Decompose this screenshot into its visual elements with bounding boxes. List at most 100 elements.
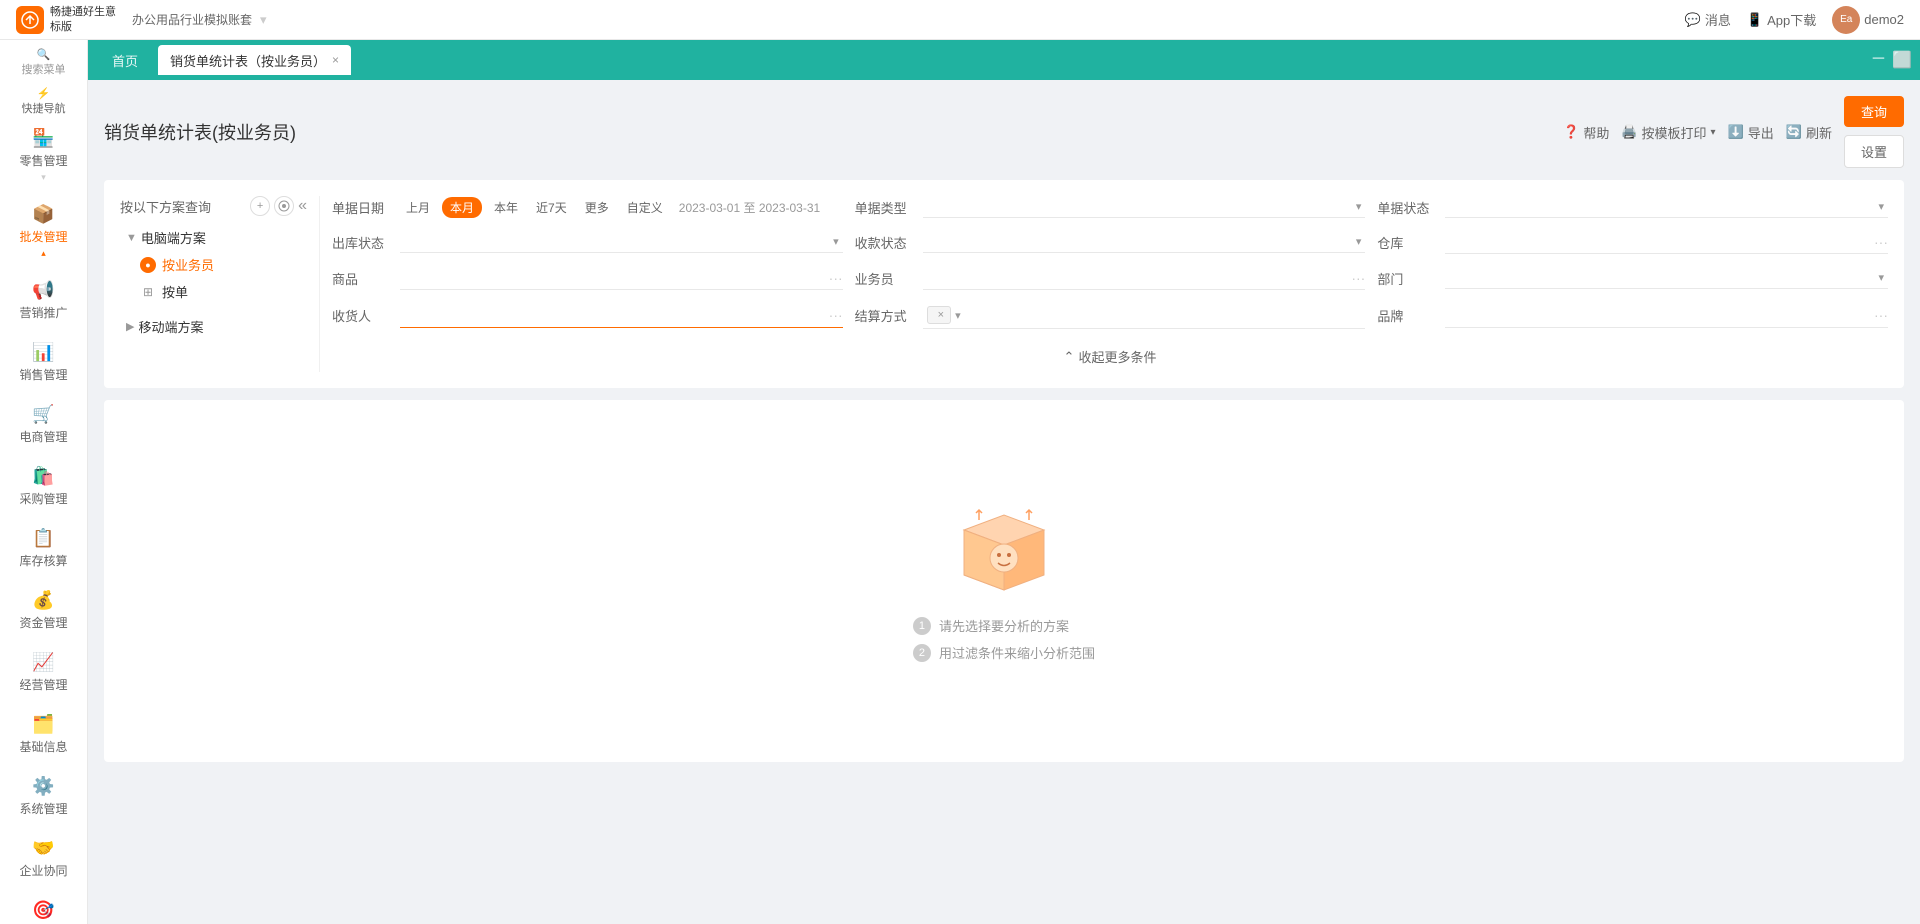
- sidebar-item-wholesale[interactable]: 📦 批发管理 ▴: [0, 194, 87, 270]
- settings-button[interactable]: 设置: [1844, 135, 1904, 168]
- settlement-label: 结算方式: [855, 306, 915, 325]
- date-tab-more[interactable]: 更多: [579, 197, 615, 218]
- tab-close-icon[interactable]: ×: [332, 53, 339, 67]
- tab-home[interactable]: 首页: [96, 45, 154, 75]
- message-button[interactable]: 💬 消息: [1685, 10, 1731, 29]
- filter-department: 部门 ▾: [1377, 267, 1888, 289]
- filter-receiver: 收货人 ···: [332, 304, 843, 328]
- salesman-dots[interactable]: ···: [1351, 270, 1365, 286]
- receive-status-arrow-icon: ▾: [1356, 235, 1362, 248]
- sidebar-item-operations[interactable]: 📈 经营管理: [0, 642, 87, 704]
- date-tab-7days[interactable]: 近7天: [530, 197, 573, 218]
- tab-bar: 首页 销货单统计表（按业务员） × ─ ⬜: [88, 40, 1920, 80]
- sidebar-item-purchase[interactable]: 🛍️ 采购管理: [0, 456, 87, 518]
- warehouse-dots[interactable]: ···: [1874, 234, 1888, 250]
- finance-icon: 💰: [32, 590, 54, 611]
- receiver-dots[interactable]: ···: [829, 307, 843, 323]
- salesman-input[interactable]: [923, 266, 1348, 289]
- filter-row-1: 单据日期 上月 本月 本年 近7天 更多 自定义 2023-03-01 至 20…: [332, 196, 1888, 218]
- receive-status-dropdown[interactable]: ▾: [923, 231, 1366, 253]
- sidebar-item-retail[interactable]: 🏪 零售管理 ▾: [0, 118, 87, 194]
- download-icon: 📱: [1747, 12, 1763, 28]
- empty-hint-1: 1 请先选择要分析的方案: [913, 616, 1095, 635]
- query-button[interactable]: 查询: [1844, 96, 1904, 127]
- tab-maximize-icon[interactable]: ⬜: [1892, 50, 1912, 70]
- collapse-button[interactable]: ⌃ 收起更多条件: [1058, 341, 1163, 372]
- scheme-mobile-label[interactable]: ▶ 移动端方案: [120, 313, 307, 340]
- export-icon: ⬇️: [1728, 124, 1744, 140]
- warehouse-input[interactable]: [1445, 230, 1870, 253]
- mobile-group-arrow-icon: ▶: [126, 320, 134, 333]
- sidebar-item-marketing[interactable]: 📢 营销推广: [0, 270, 87, 332]
- filter-salesman: 业务员 ···: [855, 266, 1366, 290]
- brand-label: 品牌: [1377, 306, 1437, 325]
- help-button[interactable]: ❓ 帮助: [1563, 123, 1609, 142]
- date-tab-current-month[interactable]: 本月: [442, 197, 482, 218]
- sidebar-item-system[interactable]: ⚙️ 系统管理: [0, 766, 87, 828]
- main-area: 🔍 搜索菜单 ⚡ 快捷导航 🏪 零售管理 ▾ 📦 批发管理 ▴ 📢 营销推广: [0, 40, 1920, 924]
- page-header: 销货单统计表(按业务员) ❓ 帮助 🖨️ 按模板打印 ▾ ⬇️: [104, 96, 1904, 168]
- user-menu[interactable]: Ea demo2: [1832, 6, 1904, 34]
- retail-icon: 🏪: [32, 128, 54, 149]
- tab-minimize-icon[interactable]: ─: [1873, 50, 1884, 70]
- doc-type-dropdown[interactable]: ▾: [923, 196, 1366, 218]
- settlement-tag: ×: [927, 306, 951, 324]
- scheme-group-mobile: ▶ 移动端方案: [120, 313, 307, 340]
- export-button[interactable]: ⬇️ 导出: [1728, 123, 1774, 142]
- scheme-collapse-button[interactable]: «: [298, 197, 307, 215]
- group-expand-icon: ▼: [126, 232, 137, 244]
- out-status-control: ▾: [400, 231, 843, 253]
- filter-row-2: 出库状态 ▾ 收款状态: [332, 230, 1888, 254]
- receive-status-label: 收款状态: [855, 233, 915, 252]
- sidebar-item-ecommerce[interactable]: 🛒 电商管理: [0, 394, 87, 456]
- empty-box-svg: [944, 500, 1064, 600]
- template-print-button[interactable]: 🖨️ 按模板打印 ▾: [1621, 123, 1715, 142]
- doc-status-control: ▾: [1445, 196, 1888, 218]
- doc-status-dropdown[interactable]: ▾: [1445, 196, 1888, 218]
- top-bar-left: 畅捷通好生意 标版 办公用品行业模拟账套 ▾: [16, 5, 267, 34]
- scheme-edit-button[interactable]: [274, 196, 294, 216]
- collapse-icon: ⌃: [1064, 349, 1075, 365]
- scheme-add-button[interactable]: +: [250, 196, 270, 216]
- scheme-pc-label[interactable]: ▼ 电脑端方案: [120, 224, 307, 251]
- date-tab-current-year[interactable]: 本年: [488, 197, 524, 218]
- goods-input[interactable]: [400, 266, 825, 289]
- brand-dots[interactable]: ···: [1874, 307, 1888, 323]
- sales-icon: 📊: [32, 342, 54, 363]
- date-tab-last-month[interactable]: 上月: [400, 197, 436, 218]
- sidebar-item-quick-nav[interactable]: ⚡ 快捷导航: [0, 81, 87, 118]
- scheme-header: 按以下方案查询 + «: [120, 196, 307, 216]
- sidebar-item-inventory[interactable]: 📋 库存核算: [0, 518, 87, 580]
- salesman-control: ···: [923, 266, 1366, 290]
- app-download-button[interactable]: 📱 App下载: [1747, 10, 1816, 29]
- settlement-tag-close[interactable]: ×: [938, 309, 944, 321]
- search-menu[interactable]: 🔍 搜索菜单: [0, 40, 87, 81]
- department-dropdown[interactable]: ▾: [1445, 267, 1888, 289]
- goods-dots[interactable]: ···: [829, 270, 843, 286]
- empty-hints: 1 请先选择要分析的方案 2 用过滤条件来缩小分析范围: [913, 616, 1095, 662]
- receiver-input[interactable]: [400, 304, 825, 327]
- warehouse-label: 仓库: [1377, 233, 1437, 252]
- inventory-icon: 📋: [32, 528, 54, 549]
- sidebar-item-finance[interactable]: 💰 资金管理: [0, 580, 87, 642]
- wholesale-arrow-icon: ▴: [41, 248, 46, 259]
- sidebar-item-basic[interactable]: 🗂️ 基础信息: [0, 704, 87, 766]
- doc-status-label: 单据状态: [1377, 198, 1437, 217]
- filter-panel: 按以下方案查询 + «: [104, 180, 1904, 388]
- sidebar-item-enterprise[interactable]: 🤝 企业协同: [0, 828, 87, 890]
- sidebar-item-sales[interactable]: 📊 销售管理: [0, 332, 87, 394]
- sidebar-item-newbie[interactable]: 🎯 新手引导: [0, 890, 87, 924]
- tab-sales-report[interactable]: 销货单统计表（按业务员） ×: [158, 45, 351, 75]
- ecommerce-icon: 🛒: [32, 404, 54, 425]
- date-tab-custom[interactable]: 自定义: [621, 197, 669, 218]
- out-status-dropdown[interactable]: ▾: [400, 231, 843, 253]
- filter-warehouse: 仓库 ···: [1377, 230, 1888, 254]
- scheme-by-order[interactable]: ⊞ 按单: [120, 278, 307, 305]
- brand-input[interactable]: [1445, 304, 1870, 327]
- refresh-icon: 🔄: [1786, 124, 1802, 140]
- out-status-arrow-icon: ▾: [833, 235, 839, 248]
- refresh-button[interactable]: 🔄 刷新: [1786, 123, 1832, 142]
- scheme-by-salesman[interactable]: ● 按业务员: [120, 251, 307, 278]
- empty-hint-2: 2 用过滤条件来缩小分析范围: [913, 643, 1095, 662]
- filter-out-status: 出库状态 ▾: [332, 231, 843, 253]
